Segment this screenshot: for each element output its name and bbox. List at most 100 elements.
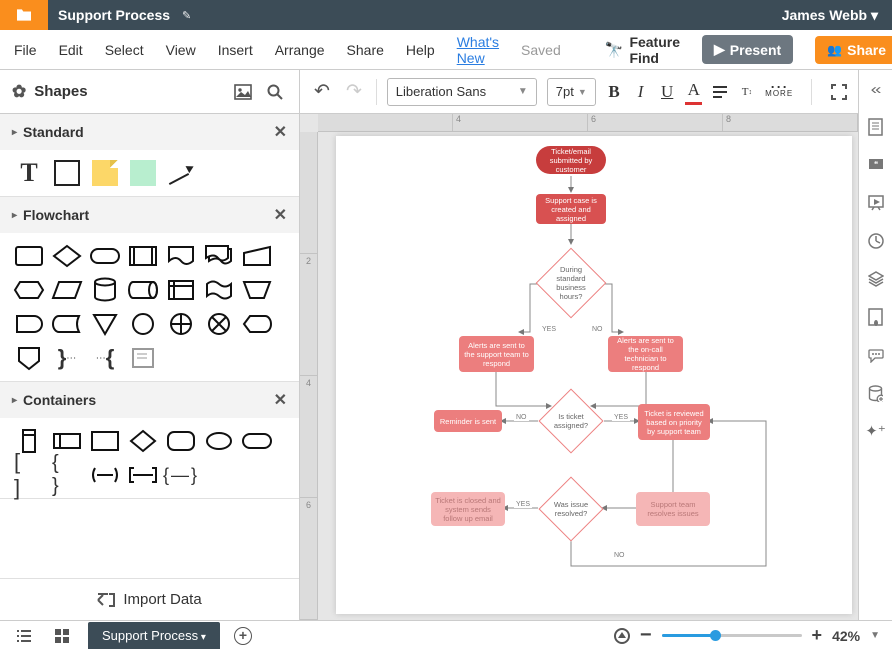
text-color-button[interactable]: A [685, 79, 702, 105]
menu-file[interactable]: File [14, 42, 37, 58]
list-view-icon[interactable] [12, 624, 36, 648]
zoom-fit-icon[interactable] [614, 628, 630, 644]
fc-merge[interactable] [90, 311, 120, 337]
shape-text[interactable]: T [14, 160, 44, 186]
fc-offpage[interactable] [14, 345, 44, 371]
close-icon[interactable]: ✕ [274, 205, 287, 225]
fullscreen-icon[interactable] [830, 80, 848, 104]
fc-sum-junction[interactable] [204, 311, 234, 337]
node-reviewed[interactable]: Ticket is reviewed based on priority by … [638, 404, 710, 440]
section-containers-header[interactable]: Containers ✕ [0, 382, 299, 418]
collapse-icon[interactable]: « [864, 80, 887, 98]
align-button[interactable] [712, 79, 729, 105]
fc-data[interactable] [52, 277, 82, 303]
fc-document[interactable] [166, 243, 196, 269]
font-select[interactable]: Liberation Sans ▼ [387, 78, 537, 106]
cont-round-rect[interactable] [166, 428, 196, 454]
menu-insert[interactable]: Insert [218, 42, 253, 58]
chat-icon[interactable] [867, 346, 885, 364]
menu-share-menu[interactable]: Share [347, 42, 384, 58]
doc-icon[interactable] [867, 118, 885, 136]
font-size-select[interactable]: 7pt ▼ [547, 78, 596, 106]
cont-swim-h[interactable] [52, 428, 82, 454]
cont-bracket1[interactable]: [ ] [14, 462, 44, 488]
present-button[interactable]: ▶ Present [702, 35, 793, 64]
gear-icon[interactable]: ✿ [12, 82, 26, 102]
shape-hotspot[interactable] [128, 160, 158, 186]
canvas[interactable]: Ticket/email submitted by customer Suppo… [336, 136, 852, 614]
menu-whats-new[interactable]: What's New [457, 34, 499, 66]
cont-brace2[interactable]: {—} [166, 462, 196, 488]
zoom-slider[interactable] [662, 634, 802, 637]
section-standard-header[interactable]: Standard ✕ [0, 114, 299, 150]
paint-icon[interactable] [867, 308, 885, 326]
menu-view[interactable]: View [166, 42, 196, 58]
node-closed[interactable]: Ticket is closed and system sends follow… [431, 492, 505, 526]
fc-connector[interactable] [128, 311, 158, 337]
menu-arrange[interactable]: Arrange [275, 42, 325, 58]
present-panel-icon[interactable] [867, 194, 885, 212]
undo-icon[interactable]: ↶ [310, 80, 334, 104]
image-icon[interactable] [231, 80, 255, 104]
close-icon[interactable]: ✕ [274, 122, 287, 142]
layers-icon[interactable] [867, 270, 885, 288]
shape-rect[interactable] [52, 160, 82, 186]
fc-internal-storage[interactable] [166, 277, 196, 303]
underline-button[interactable]: U [659, 79, 676, 105]
grid-view-icon[interactable] [50, 624, 74, 648]
fc-database[interactable] [90, 277, 120, 303]
comment-icon[interactable]: ❝ [867, 156, 885, 174]
fc-direct-data[interactable] [128, 277, 158, 303]
close-icon[interactable]: ✕ [274, 390, 287, 410]
share-button[interactable]: 👥 Share [815, 36, 892, 64]
node-alert-oncall[interactable]: Alerts are sent to the on-call technicia… [608, 336, 683, 372]
fc-manual-op[interactable] [242, 277, 272, 303]
cont-brace1[interactable]: { } [52, 462, 82, 488]
fc-display[interactable] [242, 311, 272, 337]
redo-icon[interactable]: ↷ [342, 80, 366, 104]
cont-diamond[interactable] [128, 428, 158, 454]
import-data-button[interactable]: Import Data [0, 578, 299, 620]
history-icon[interactable] [867, 232, 885, 250]
more-button[interactable]: ⋯ MORE [765, 85, 793, 98]
font-scale-button[interactable]: T↕ [739, 79, 756, 105]
italic-button[interactable]: I [632, 79, 649, 105]
menu-help[interactable]: Help [406, 42, 435, 58]
menu-select[interactable]: Select [105, 42, 144, 58]
user-menu[interactable]: James Webb [768, 7, 892, 24]
bold-button[interactable]: B [606, 79, 623, 105]
fc-manual-input[interactable] [242, 243, 272, 269]
node-reminder[interactable]: Reminder is sent [434, 410, 502, 432]
node-case-created[interactable]: Support case is created and assigned [536, 194, 606, 224]
chevron-down-icon[interactable]: ▼ [870, 630, 880, 641]
shape-note[interactable] [90, 160, 120, 186]
fc-multi-doc[interactable] [204, 243, 234, 269]
folder-icon[interactable] [0, 0, 48, 30]
node-alert-support[interactable]: Alerts are sent to the support team to r… [459, 336, 534, 372]
cont-bracket-sq[interactable] [128, 462, 158, 488]
node-ticket-submitted[interactable]: Ticket/email submitted by customer [536, 146, 606, 174]
cont-pill[interactable] [242, 428, 272, 454]
section-flowchart-header[interactable]: Flowchart ✕ [0, 197, 299, 233]
add-page-icon[interactable]: + [234, 627, 252, 645]
fc-or[interactable] [166, 311, 196, 337]
fc-brace-right[interactable]: }⋯ [52, 345, 82, 371]
zoom-value[interactable]: 42% [832, 628, 860, 644]
search-icon[interactable] [263, 80, 287, 104]
zoom-out-button[interactable]: − [640, 624, 652, 647]
fc-preparation[interactable] [14, 277, 44, 303]
fc-delay[interactable] [14, 311, 44, 337]
feature-find[interactable]: 🔭 Feature Find [605, 34, 680, 66]
fc-brace-left[interactable]: ⋯{ [90, 345, 120, 371]
fc-note[interactable] [128, 345, 158, 371]
node-resolve[interactable]: Support team resolves issues [636, 492, 710, 526]
cont-rect[interactable] [90, 428, 120, 454]
fc-predefined[interactable] [128, 243, 158, 269]
fc-process[interactable] [14, 243, 44, 269]
magic-icon[interactable]: ✦⁺ [867, 422, 885, 440]
fc-stored-data[interactable] [52, 311, 82, 337]
canvas-viewport[interactable]: 468 246 [300, 114, 858, 620]
zoom-in-button[interactable]: + [812, 625, 823, 646]
database-icon[interactable] [867, 384, 885, 402]
page-tab[interactable]: Support Process [88, 622, 220, 649]
